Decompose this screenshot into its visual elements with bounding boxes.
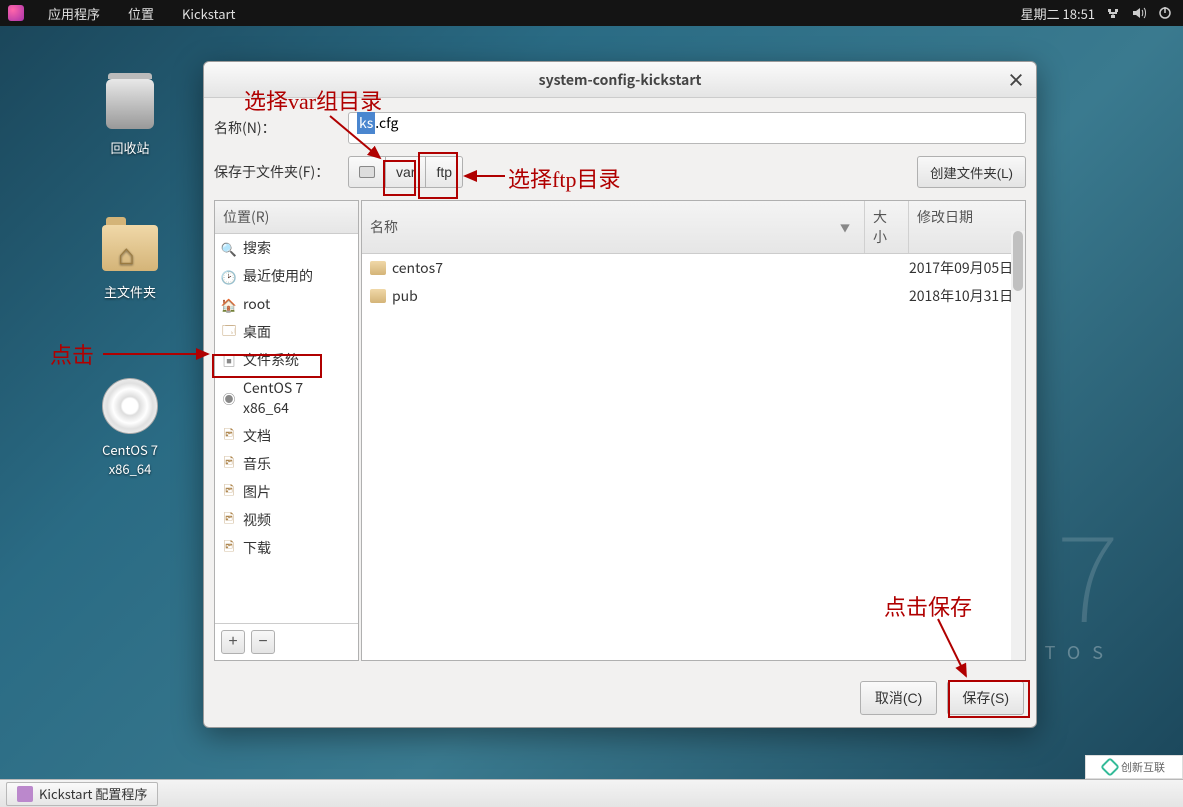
- folder-icon: 🖻: [221, 484, 237, 500]
- app-icon: [17, 786, 33, 802]
- place-pictures-label: 图片: [243, 482, 271, 502]
- gnome-foot-icon: [8, 5, 24, 21]
- place-desktop-label: 桌面: [243, 322, 271, 342]
- disc-label: CentOS 7 x86_64: [80, 440, 180, 478]
- trash-label: 回收站: [80, 138, 180, 157]
- desktop-icon-disc[interactable]: CentOS 7 x86_64: [80, 378, 180, 478]
- folder-icon: 🖻: [221, 428, 237, 444]
- watermark: 创新互联: [1085, 755, 1183, 779]
- save-button[interactable]: 保存(S): [947, 681, 1024, 715]
- annotation-ftp: 选择ftp目录: [508, 162, 620, 194]
- search-icon: 🔍: [221, 240, 237, 256]
- taskbar-item-label: Kickstart 配置程序: [39, 784, 147, 803]
- annotation-arrow-click: [98, 344, 218, 364]
- home-folder-icon: [102, 225, 158, 271]
- home-label: 主文件夹: [80, 282, 180, 301]
- cd-icon: ◉: [221, 390, 237, 406]
- trash-icon: [106, 79, 154, 129]
- path-ftp-button[interactable]: ftp: [426, 156, 463, 188]
- place-centos[interactable]: ◉ CentOS 7 x86_64: [215, 374, 358, 422]
- scrollbar-thumb[interactable]: [1013, 231, 1023, 291]
- file-row[interactable]: centos7 2017年09月05日: [362, 254, 1025, 282]
- clock-icon: 🕑: [221, 268, 237, 284]
- place-filesystem-label: 文件系统: [243, 350, 299, 370]
- folder-label: 保存于文件夹(F)：: [214, 162, 340, 182]
- power-icon[interactable]: [1157, 5, 1173, 21]
- scrollbar[interactable]: [1011, 231, 1025, 660]
- desktop-icon-home[interactable]: 主文件夹: [80, 220, 180, 301]
- annotation-var: 选择var组目录: [244, 84, 382, 116]
- file-date: 2017年09月05日: [909, 258, 1025, 278]
- file-row[interactable]: pub 2018年10月31日: [362, 282, 1025, 310]
- place-downloads[interactable]: 🖻 下载: [215, 534, 358, 562]
- place-pictures[interactable]: 🖻 图片: [215, 478, 358, 506]
- centos-logo: 7: [1056, 483, 1123, 657]
- name-label: 名称(N)：: [214, 118, 340, 138]
- place-recent-label: 最近使用的: [243, 266, 313, 286]
- path-root-button[interactable]: [348, 156, 386, 188]
- col-name-label: 名称: [370, 217, 398, 237]
- watermark-icon: [1100, 757, 1120, 777]
- place-music-label: 音乐: [243, 454, 271, 474]
- places-panel: 位置(R) 🔍 搜索 🕑 最近使用的 🏠 root 🗔 桌面 ▣ 文件系统 ◉ CentOS…: [214, 200, 359, 661]
- annotation-click: 点击: [50, 338, 94, 370]
- folder-icon: 🖻: [221, 540, 237, 556]
- create-folder-button[interactable]: 创建文件夹(L): [917, 156, 1026, 188]
- close-button[interactable]: ×: [1006, 70, 1026, 90]
- place-desktop[interactable]: 🗔 桌面: [215, 318, 358, 346]
- filename-rest: .cfg: [375, 113, 398, 133]
- folder-icon: [370, 261, 386, 275]
- folder-icon: 🖻: [221, 512, 237, 528]
- network-icon[interactable]: [1105, 5, 1121, 21]
- menu-kickstart[interactable]: Kickstart: [174, 1, 243, 26]
- place-filesystem[interactable]: ▣ 文件系统: [215, 346, 358, 374]
- add-bookmark-button[interactable]: +: [221, 630, 245, 654]
- file-date: 2018年10月31日: [909, 286, 1025, 306]
- places-header[interactable]: 位置(R): [215, 201, 358, 234]
- place-root-label: root: [243, 294, 270, 314]
- col-name[interactable]: 名称 ▼: [362, 201, 865, 253]
- place-music[interactable]: 🖻 音乐: [215, 450, 358, 478]
- top-panel: 应用程序 位置 Kickstart 星期二 18:51: [0, 0, 1183, 26]
- desktop-icon: 🗔: [221, 324, 237, 340]
- remove-bookmark-button[interactable]: −: [251, 630, 275, 654]
- place-documents-label: 文档: [243, 426, 271, 446]
- menu-applications[interactable]: 应用程序: [40, 1, 108, 26]
- place-search[interactable]: 🔍 搜索: [215, 234, 358, 262]
- file-name: pub: [392, 286, 418, 306]
- disk-icon: [359, 166, 375, 178]
- col-size[interactable]: 大小: [865, 201, 909, 253]
- window-title: system-config-kickstart: [539, 70, 702, 90]
- taskbar-item-kickstart[interactable]: Kickstart 配置程序: [6, 782, 158, 806]
- clock-label[interactable]: 星期二 18:51: [1021, 4, 1095, 23]
- place-recent[interactable]: 🕑 最近使用的: [215, 262, 358, 290]
- folder-icon: 🖻: [221, 456, 237, 472]
- sort-indicator-icon: ▼: [840, 220, 850, 235]
- volume-icon[interactable]: [1131, 5, 1147, 21]
- file-name: centos7: [392, 258, 443, 278]
- place-downloads-label: 下载: [243, 538, 271, 558]
- place-root[interactable]: 🏠 root: [215, 290, 358, 318]
- path-var-button[interactable]: var: [386, 156, 426, 188]
- menu-places[interactable]: 位置: [120, 1, 162, 26]
- place-search-label: 搜索: [243, 238, 271, 258]
- place-centos-label: CentOS 7 x86_64: [243, 378, 352, 418]
- path-bar: var ftp: [348, 156, 463, 188]
- drive-icon: ▣: [221, 352, 237, 368]
- filename-input[interactable]: ks.cfg: [348, 112, 1026, 144]
- taskbar: Kickstart 配置程序: [0, 779, 1183, 807]
- place-documents[interactable]: 🖻 文档: [215, 422, 358, 450]
- home-icon: 🏠: [221, 296, 237, 312]
- watermark-text: 创新互联: [1121, 759, 1165, 775]
- folder-icon: [370, 289, 386, 303]
- cancel-button[interactable]: 取消(C): [860, 681, 937, 715]
- annotation-save: 点击保存: [884, 590, 972, 622]
- desktop-icon-trash[interactable]: 回收站: [80, 76, 180, 157]
- col-date[interactable]: 修改日期: [909, 201, 1025, 253]
- place-videos[interactable]: 🖻 视频: [215, 506, 358, 534]
- disc-icon: [102, 378, 158, 434]
- place-videos-label: 视频: [243, 510, 271, 530]
